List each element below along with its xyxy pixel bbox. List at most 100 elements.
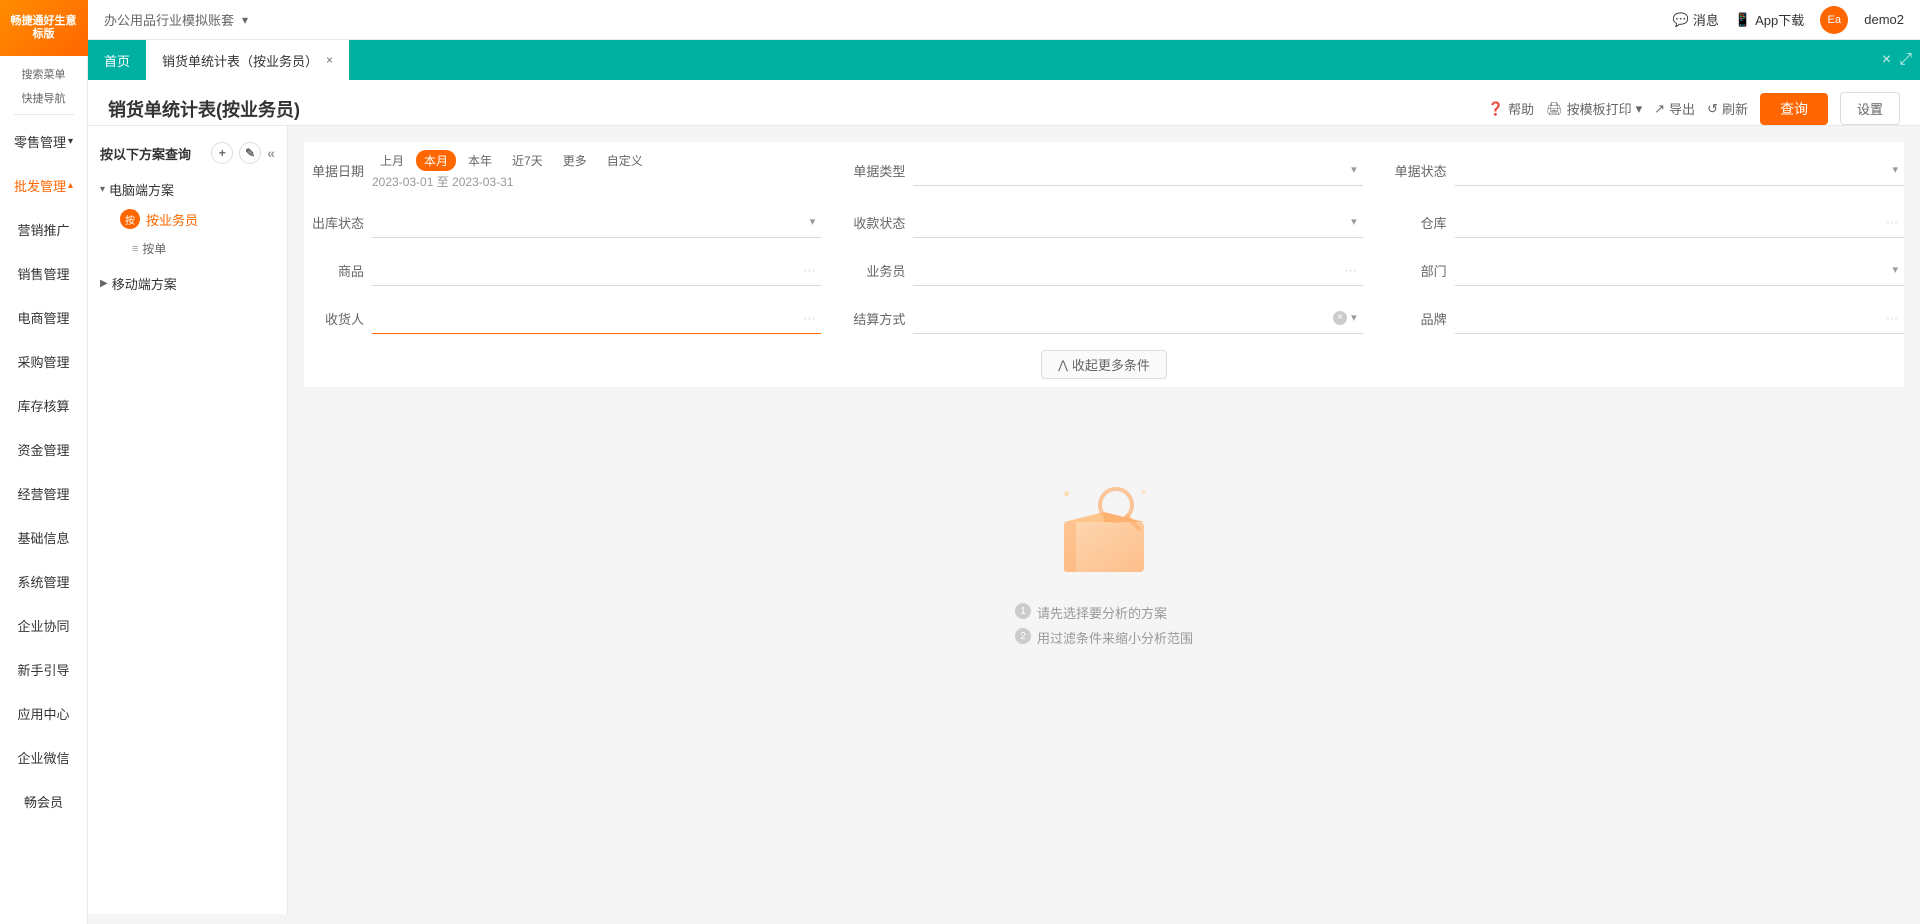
sidebar-item-inventory[interactable]: 库存核算 — [0, 383, 88, 427]
username[interactable]: demo2 — [1864, 12, 1904, 27]
refresh-icon: ↺ — [1707, 101, 1718, 117]
scheme-collapse-button[interactable]: « — [267, 145, 275, 161]
warehouse-control[interactable]: ··· — [1455, 206, 1904, 238]
doctype-label: 单据类型 — [845, 161, 913, 180]
tab-bar: 首页 销货单统计表（按业务员） × × ⤢ — [88, 40, 1920, 80]
date-tab-more[interactable]: 更多 — [555, 150, 595, 171]
date-tabs-container: 上月 本月 本年 近7天 更多 自定义 — [372, 150, 821, 171]
sidebar-search[interactable]: 搜索菜单 — [22, 56, 66, 86]
date-tab-last7days[interactable]: 近7天 — [504, 150, 551, 171]
dept-label: 部门 — [1387, 261, 1455, 280]
message-button[interactable]: 💬 消息 — [1673, 10, 1719, 29]
date-tab-custom[interactable]: 自定义 — [599, 150, 651, 171]
sidebar-item-enterprise[interactable]: 企业协同 — [0, 603, 88, 647]
date-tab-thisyear[interactable]: 本年 — [460, 150, 500, 171]
collapse-label: 收起更多条件 — [1072, 355, 1150, 374]
docstatus-dropdown-icon: ▾ — [1892, 163, 1898, 176]
date-label: 单据日期 — [304, 161, 372, 180]
sidebar-item-basic[interactable]: 基础信息 — [0, 515, 88, 559]
scheme-panel-actions: + ✎ « — [211, 142, 275, 164]
print-button[interactable]: 🖨 按模板打印 ▾ — [1546, 99, 1642, 118]
svg-text:★: ★ — [1140, 488, 1147, 497]
receiver-control[interactable]: ··· — [372, 302, 821, 334]
empty-tip-1: 1 请先选择要分析的方案 — [1015, 603, 1193, 622]
sidebar-item-ecommerce[interactable]: 电商管理 — [0, 295, 88, 339]
filter-doctype-field: 单据类型 ▾ — [845, 154, 1362, 186]
scheme-add-button[interactable]: + — [211, 142, 233, 164]
sidebar-item-system[interactable]: 系统管理 — [0, 559, 88, 603]
page-title: 销货单统计表(按业务员) — [108, 96, 300, 122]
scheme-edit-button[interactable]: ✎ — [239, 142, 261, 164]
empty-tip-2: 2 用过滤条件来缩小分析范围 — [1015, 628, 1193, 647]
settings-button[interactable]: 设置 — [1840, 92, 1900, 125]
sidebar-item-sales[interactable]: 销售管理 — [0, 251, 88, 295]
app-logo[interactable]: 畅捷通好生意 标版 — [0, 0, 88, 56]
scheme-group-desktop-header[interactable]: ▾ 电脑端方案 — [88, 176, 287, 203]
salesperson-scheme-icon: 按 — [120, 209, 140, 229]
date-tab-lastmonth[interactable]: 上月 — [372, 150, 412, 171]
salesperson-control[interactable]: ··· — [913, 254, 1362, 286]
sidebar-item-newbie[interactable]: 新手引导 — [0, 647, 88, 691]
tab-close-all[interactable]: × — [1882, 51, 1891, 69]
tab-close-icon[interactable]: × — [326, 53, 333, 67]
help-icon: ❓ — [1488, 101, 1504, 117]
help-button[interactable]: ❓ 帮助 — [1488, 99, 1534, 118]
sidebar-item-wholesale[interactable]: 批发管理▴ — [0, 163, 88, 207]
sidebar-item-purchase[interactable]: 采购管理 — [0, 339, 88, 383]
tab-home[interactable]: 首页 — [88, 40, 146, 80]
scheme-item-salesperson[interactable]: 按 按业务员 — [88, 203, 287, 235]
tip1-num: 1 — [1015, 603, 1031, 619]
settlement-clear-icon[interactable]: × — [1333, 311, 1347, 325]
receiver-input[interactable] — [378, 310, 803, 325]
app-download-button[interactable]: 📱 App下载 — [1735, 10, 1804, 29]
receiver-dots-icon: ··· — [803, 311, 815, 325]
filter-outstatus-field: 出库状态 ▾ — [304, 206, 821, 238]
sidebar-item-finance[interactable]: 资金管理 — [0, 427, 88, 471]
sidebar-item-operation[interactable]: 经营管理 — [0, 471, 88, 515]
scheme-sub-item-by-doc[interactable]: ≡ 按单 — [88, 235, 287, 262]
dept-control[interactable]: ▾ — [1455, 254, 1904, 286]
sidebar-shortcut[interactable]: 快捷导航 — [22, 86, 66, 110]
outstatus-dropdown-icon: ▾ — [810, 215, 816, 228]
tab-expand[interactable]: ⤢ — [1899, 51, 1912, 69]
filter-settlement-field: 结算方式 × ▾ — [845, 302, 1362, 334]
docstatus-control[interactable]: ▾ — [1455, 154, 1904, 186]
filter-docstatus-field: 单据状态 ▾ — [1387, 154, 1904, 186]
breadcrumb-dropdown[interactable]: ▾ — [242, 13, 248, 27]
sidebar: 畅捷通好生意 标版 搜索菜单 快捷导航 零售管理▾ 批发管理▴ 营销推广 销售管… — [0, 0, 88, 924]
sidebar-item-wechat[interactable]: 企业微信 — [0, 735, 88, 779]
collapse-more-button[interactable]: ⋀ 收起更多条件 — [1041, 350, 1167, 379]
right-content: 单据日期 上月 本月 本年 近7天 更多 自定义 — [288, 126, 1920, 914]
message-icon: 💬 — [1673, 12, 1689, 28]
left-panel: 按以下方案查询 + ✎ « ▾ 电脑端方案 按 — [88, 126, 288, 914]
docstatus-label: 单据状态 — [1387, 161, 1455, 180]
export-button[interactable]: ↗ 导出 — [1654, 99, 1695, 118]
logo-text: 畅捷通好生意 — [11, 15, 77, 28]
brand-control[interactable]: ··· — [1455, 302, 1904, 334]
goods-control[interactable]: ··· — [372, 254, 821, 286]
sidebar-divider — [14, 114, 74, 115]
doctype-dropdown-icon: ▾ — [1351, 163, 1357, 176]
query-button[interactable]: 查询 — [1760, 93, 1828, 125]
scheme-group-mobile-header[interactable]: ▶ 移动端方案 — [88, 270, 287, 297]
tab-active[interactable]: 销货单统计表（按业务员） × — [146, 40, 349, 80]
top-bar-right: 💬 消息 📱 App下载 Ea demo2 — [1673, 6, 1904, 34]
sidebar-item-appcenter[interactable]: 应用中心 — [0, 691, 88, 735]
salesperson-label: 业务员 — [845, 261, 913, 280]
print-icon: 🖨 — [1546, 101, 1563, 117]
sidebar-item-retail[interactable]: 零售管理▾ — [0, 119, 88, 163]
scheme-panel-header: 按以下方案查询 + ✎ « — [88, 134, 287, 172]
date-range-display: 2023-03-01 至 2023-03-31 — [372, 173, 821, 190]
settlement-control[interactable]: × ▾ — [913, 302, 1362, 334]
refresh-button[interactable]: ↺ 刷新 — [1707, 99, 1748, 118]
empty-tips-list: 1 请先选择要分析的方案 2 用过滤条件来缩小分析范围 — [1015, 603, 1193, 653]
warehouse-label: 仓库 — [1387, 213, 1455, 232]
brand-label: 品牌 — [1387, 309, 1455, 328]
date-tab-thismonth[interactable]: 本月 — [416, 150, 456, 171]
sidebar-item-member[interactable]: 畅会员 — [0, 779, 88, 823]
receiptstatus-control[interactable]: ▾ — [913, 206, 1362, 238]
doctype-control[interactable]: ▾ — [913, 154, 1362, 186]
avatar[interactable]: Ea — [1820, 6, 1848, 34]
outstatus-control[interactable]: ▾ — [372, 206, 821, 238]
sidebar-item-marketing[interactable]: 营销推广 — [0, 207, 88, 251]
